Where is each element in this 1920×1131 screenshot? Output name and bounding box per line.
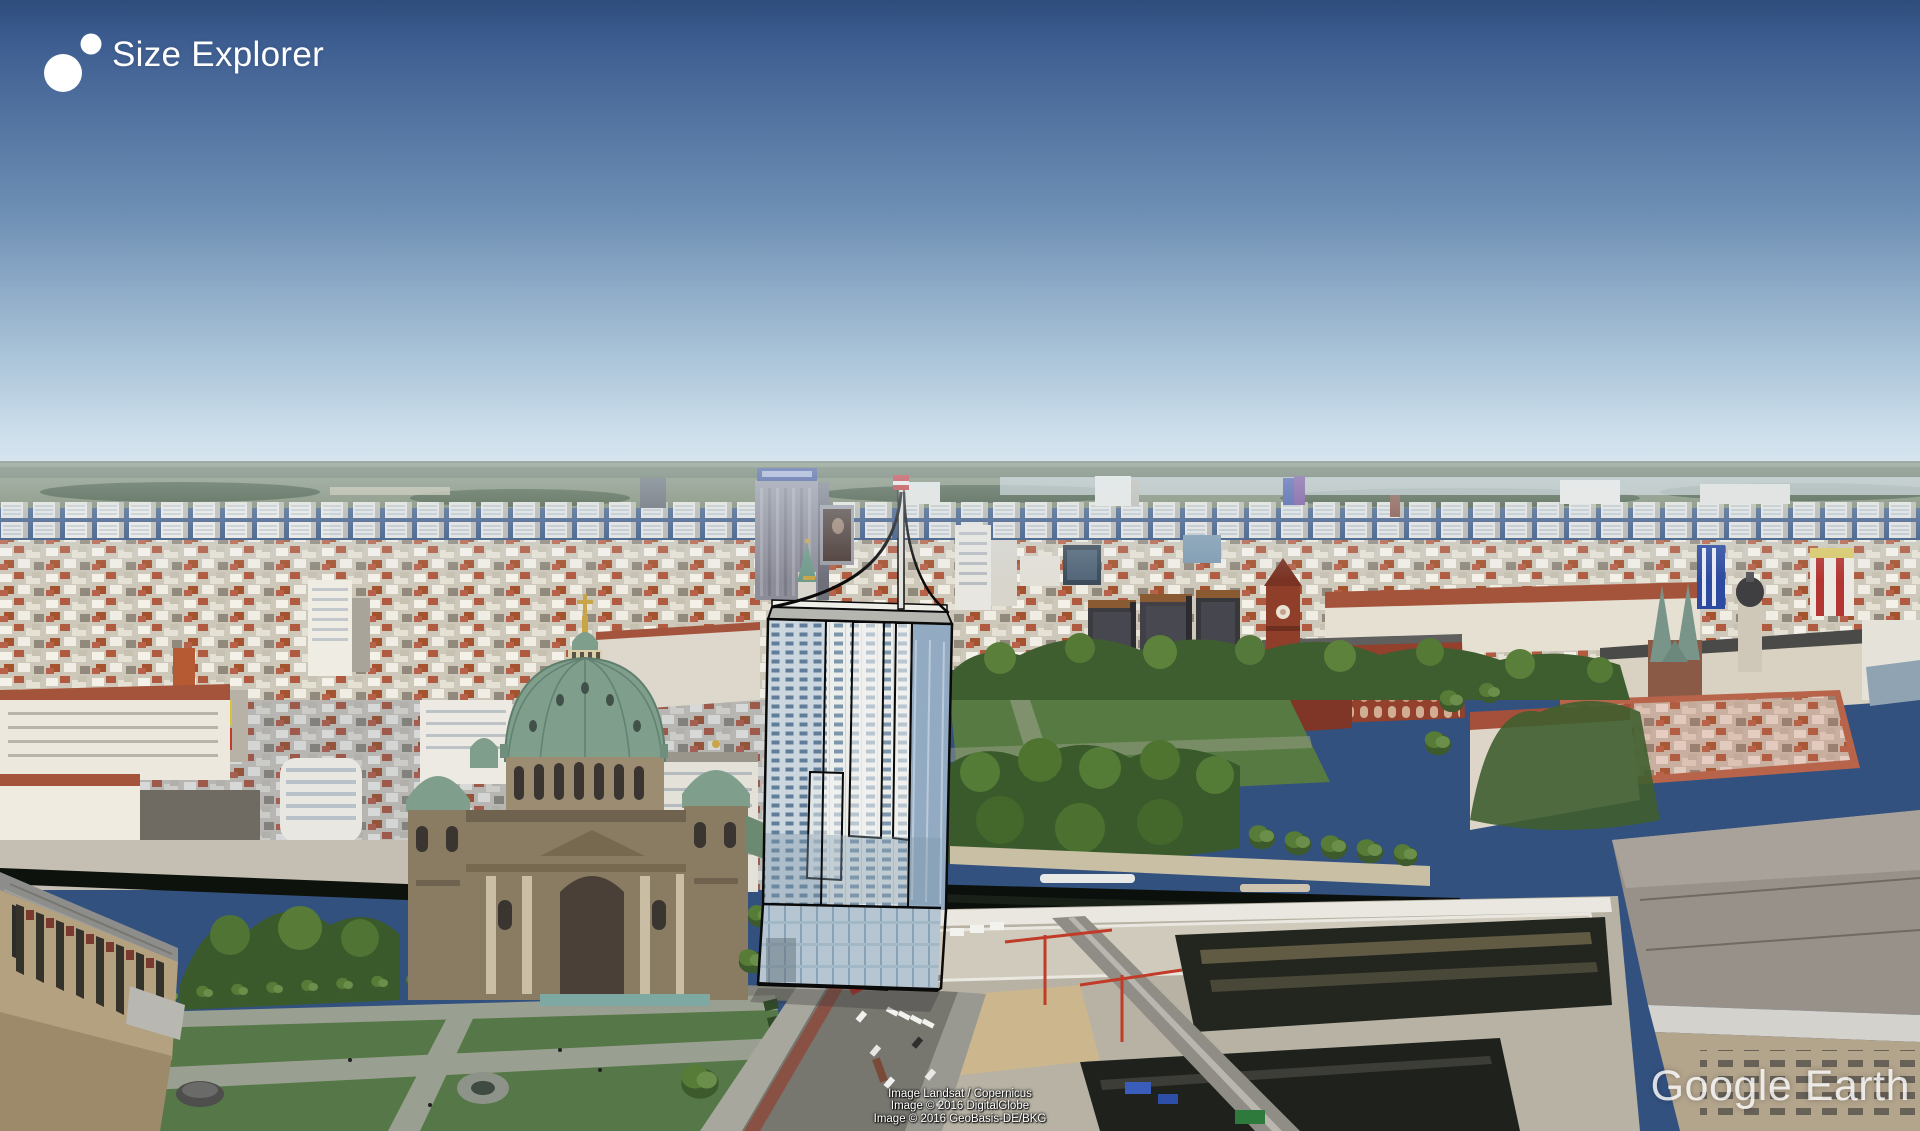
earth-3d-viewport[interactable] bbox=[0, 0, 1920, 1131]
google-earth-watermark: Google Earth bbox=[1650, 1062, 1910, 1110]
attribution-line: Image © 2016 DigitalGlobe bbox=[890, 1100, 1030, 1112]
attribution-line: Image © 2016 GeoBasis-DE/BKG bbox=[873, 1112, 1047, 1125]
altes-museum-colonnade bbox=[0, 872, 185, 1131]
app-title: Size Explorer bbox=[112, 35, 325, 74]
atmospheric-haze bbox=[0, 460, 1920, 580]
attribution-line: Image Landsat / Copernicus bbox=[888, 1087, 1032, 1100]
river-boat bbox=[1040, 874, 1135, 883]
river-dock bbox=[1240, 884, 1310, 892]
app-logo[interactable]: Size Explorer bbox=[20, 14, 324, 96]
map-attribution: Image Landsat / Copernicus Image © 2016 … bbox=[874, 1088, 1047, 1126]
size-explorer-logo-icon bbox=[44, 33, 102, 92]
marx-engels-forum-trees bbox=[935, 633, 1660, 886]
